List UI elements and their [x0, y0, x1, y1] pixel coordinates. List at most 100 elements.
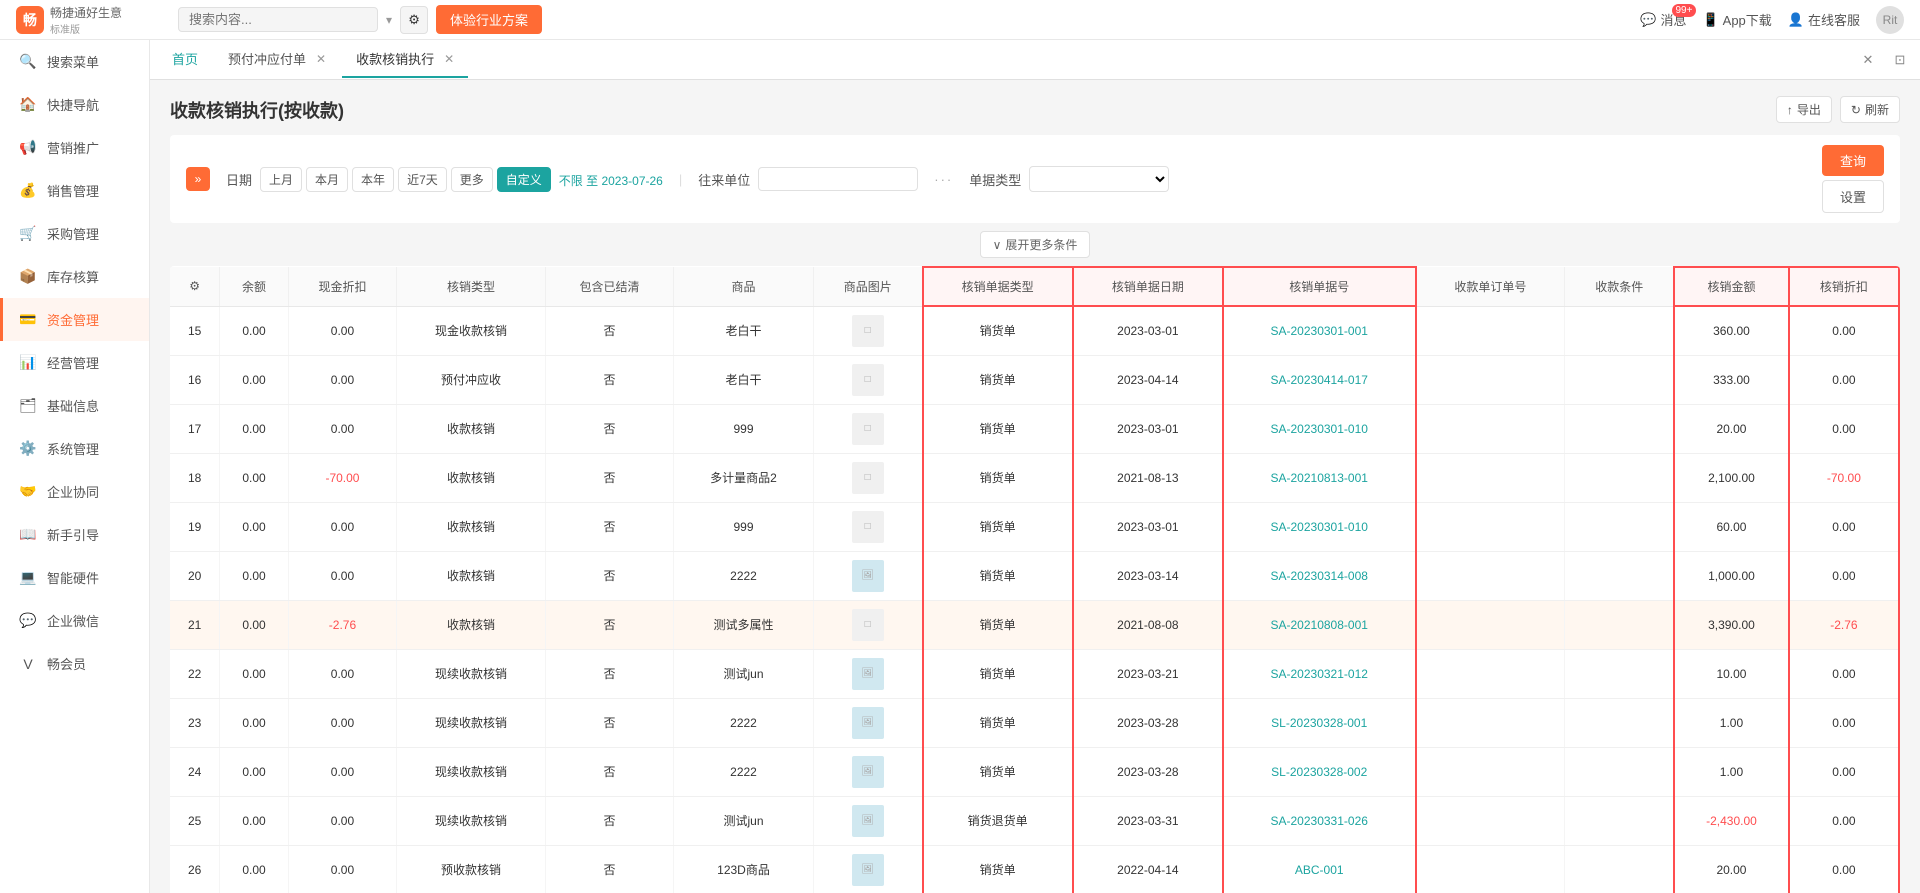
expand-more-button[interactable]: ∨ 展开更多条件	[980, 231, 1091, 258]
cell-cash-discount: -2.76	[288, 600, 396, 649]
cell-product-img: □	[813, 600, 922, 649]
cell-balance: 0.00	[220, 747, 288, 796]
sidebar-item-member[interactable]: V 畅会员	[0, 642, 149, 685]
cell-product-img: 🖼	[813, 551, 922, 600]
download-icon: 📱	[1702, 12, 1718, 28]
main-layout: 🔍 搜索菜单 🏠 快捷导航 📢 营销推广 💰 销售管理 🛒 采购管理 📦 库存核…	[0, 40, 1920, 893]
date-this-year[interactable]: 本年	[352, 167, 394, 192]
export-button[interactable]: ↑ 导出	[1776, 96, 1832, 123]
date-more[interactable]: 更多	[451, 167, 493, 192]
cell-cancel-doc-num[interactable]: SA-20230331-026	[1223, 796, 1416, 845]
tab-home[interactable]: 首页	[158, 41, 212, 78]
cell-no: 19	[170, 502, 220, 551]
table-row: 26 0.00 0.00 预收款核销 否 123D商品 🖼 销货单 2022-0…	[170, 845, 1899, 893]
tab-collection[interactable]: 收款核销执行 ✕	[342, 41, 468, 78]
operation-icon: 📊	[19, 354, 37, 372]
cell-product-img: □	[813, 453, 922, 502]
date-7days[interactable]: 近7天	[398, 167, 447, 192]
cell-cancel-amount: 333.00	[1674, 355, 1789, 404]
sidebar-item-quicknav[interactable]: 🏠 快捷导航	[0, 83, 149, 126]
cell-cancel-discount: 0.00	[1789, 551, 1899, 600]
cell-cancel-amount: -2,430.00	[1674, 796, 1789, 845]
cell-cancel-doc-num[interactable]: SA-20230301-010	[1223, 404, 1416, 453]
sidebar-item-base[interactable]: 🗂 基础信息	[0, 384, 149, 427]
sidebar-item-search[interactable]: 🔍 搜索菜单	[0, 40, 149, 83]
cell-product: 老白干	[674, 306, 814, 355]
th-cancel-doc-num: 核销单据号	[1223, 267, 1416, 306]
cell-cancel-type: 现续收款核销	[397, 796, 546, 845]
cell-receipt-order-num	[1416, 306, 1565, 355]
th-cancel-type: 核销类型	[397, 267, 546, 306]
cell-product: 999	[674, 502, 814, 551]
refresh-button[interactable]: ↻ 刷新	[1840, 96, 1900, 123]
cell-product-img: □	[813, 404, 922, 453]
app-download-button[interactable]: 📱 App下载	[1702, 10, 1771, 29]
setting-button[interactable]: 设置	[1822, 180, 1884, 213]
cell-cancel-doc-num[interactable]: SL-20230328-002	[1223, 747, 1416, 796]
notification-button[interactable]: 💬 消息 99+	[1640, 10, 1686, 29]
doctype-select[interactable]	[1029, 166, 1169, 192]
maximize-button[interactable]: ⊡	[1888, 48, 1912, 72]
th-balance: 余额	[220, 267, 288, 306]
filter-dots: ···	[934, 172, 953, 187]
marketing-icon: 📢	[19, 139, 37, 157]
cell-cancel-doc-num[interactable]: SA-20230414-017	[1223, 355, 1416, 404]
cell-include-settled: 否	[545, 747, 673, 796]
filter-expand-button[interactable]: »	[186, 167, 210, 191]
cell-balance: 0.00	[220, 600, 288, 649]
th-include-settled: 包含已结清	[545, 267, 673, 306]
service-icon: 👤	[1788, 12, 1804, 28]
sidebar-item-purchase[interactable]: 🛒 采购管理	[0, 212, 149, 255]
cell-cancel-doc-date: 2021-08-13	[1073, 453, 1223, 502]
sidebar-item-sales[interactable]: 💰 销售管理	[0, 169, 149, 212]
cell-cash-discount: 0.00	[288, 404, 396, 453]
cell-cancel-doc-type: 销货单	[923, 698, 1073, 747]
sidebar-item-corp[interactable]: 🤝 企业协同	[0, 470, 149, 513]
search-input[interactable]	[178, 7, 378, 32]
industry-button[interactable]: 体验行业方案	[436, 5, 542, 34]
sidebar-item-system[interactable]: ⚙️ 系统管理	[0, 427, 149, 470]
partner-input[interactable]	[758, 167, 918, 191]
cell-cancel-amount: 1.00	[1674, 747, 1789, 796]
cell-product: 测试多属性	[674, 600, 814, 649]
cell-cancel-doc-num[interactable]: SA-20230301-010	[1223, 502, 1416, 551]
date-last-month[interactable]: 上月	[260, 167, 302, 192]
sidebar-item-operation[interactable]: 📊 经营管理	[0, 341, 149, 384]
sidebar-label-operation: 经营管理	[47, 353, 99, 372]
cell-cancel-doc-num[interactable]: SA-20210808-001	[1223, 600, 1416, 649]
cell-cancel-doc-num[interactable]: SA-20230321-012	[1223, 649, 1416, 698]
cell-cancel-doc-num[interactable]: ABC-001	[1223, 845, 1416, 893]
sidebar-item-finance[interactable]: 💳 资金管理	[0, 298, 149, 341]
sidebar-item-wechat[interactable]: 💬 企业微信	[0, 599, 149, 642]
date-this-month[interactable]: 本月	[306, 167, 348, 192]
online-service-button[interactable]: 👤 在线客服	[1788, 10, 1860, 29]
finance-icon: 💳	[19, 311, 37, 329]
tab-prepay-close[interactable]: ✕	[316, 52, 326, 66]
cell-product-img: 🖼	[813, 796, 922, 845]
sidebar-item-guide[interactable]: 📖 新手引导	[0, 513, 149, 556]
tab-prepay[interactable]: 预付冲应付单 ✕	[214, 41, 340, 78]
cell-cancel-doc-date: 2023-03-01	[1073, 502, 1223, 551]
cell-cancel-doc-num[interactable]: SA-20230301-001	[1223, 306, 1416, 355]
th-product: 商品	[674, 267, 814, 306]
avatar[interactable]: Rit	[1876, 6, 1904, 34]
settings-icon[interactable]: ⚙	[400, 6, 428, 34]
cell-cancel-doc-date: 2023-03-28	[1073, 698, 1223, 747]
close-tab-button[interactable]: ✕	[1856, 48, 1880, 72]
cell-cancel-doc-num[interactable]: SA-20230314-008	[1223, 551, 1416, 600]
th-settings[interactable]: ⚙	[170, 267, 220, 306]
cell-cancel-discount: 0.00	[1789, 355, 1899, 404]
cell-receipt-condition	[1565, 502, 1674, 551]
sidebar-item-hardware[interactable]: 💻 智能硬件	[0, 556, 149, 599]
sidebar-item-marketing[interactable]: 📢 营销推广	[0, 126, 149, 169]
cell-cancel-doc-num[interactable]: SA-20210813-001	[1223, 453, 1416, 502]
query-button[interactable]: 查询	[1822, 145, 1884, 176]
sidebar-item-inventory[interactable]: 📦 库存核算	[0, 255, 149, 298]
date-custom[interactable]: 自定义	[497, 167, 551, 192]
dropdown-arrow-icon[interactable]: ▾	[386, 13, 392, 27]
cell-cancel-doc-num[interactable]: SL-20230328-001	[1223, 698, 1416, 747]
cell-cancel-type: 现续收款核销	[397, 698, 546, 747]
tab-collection-close[interactable]: ✕	[444, 52, 454, 66]
cell-balance: 0.00	[220, 404, 288, 453]
cell-cash-discount: 0.00	[288, 502, 396, 551]
